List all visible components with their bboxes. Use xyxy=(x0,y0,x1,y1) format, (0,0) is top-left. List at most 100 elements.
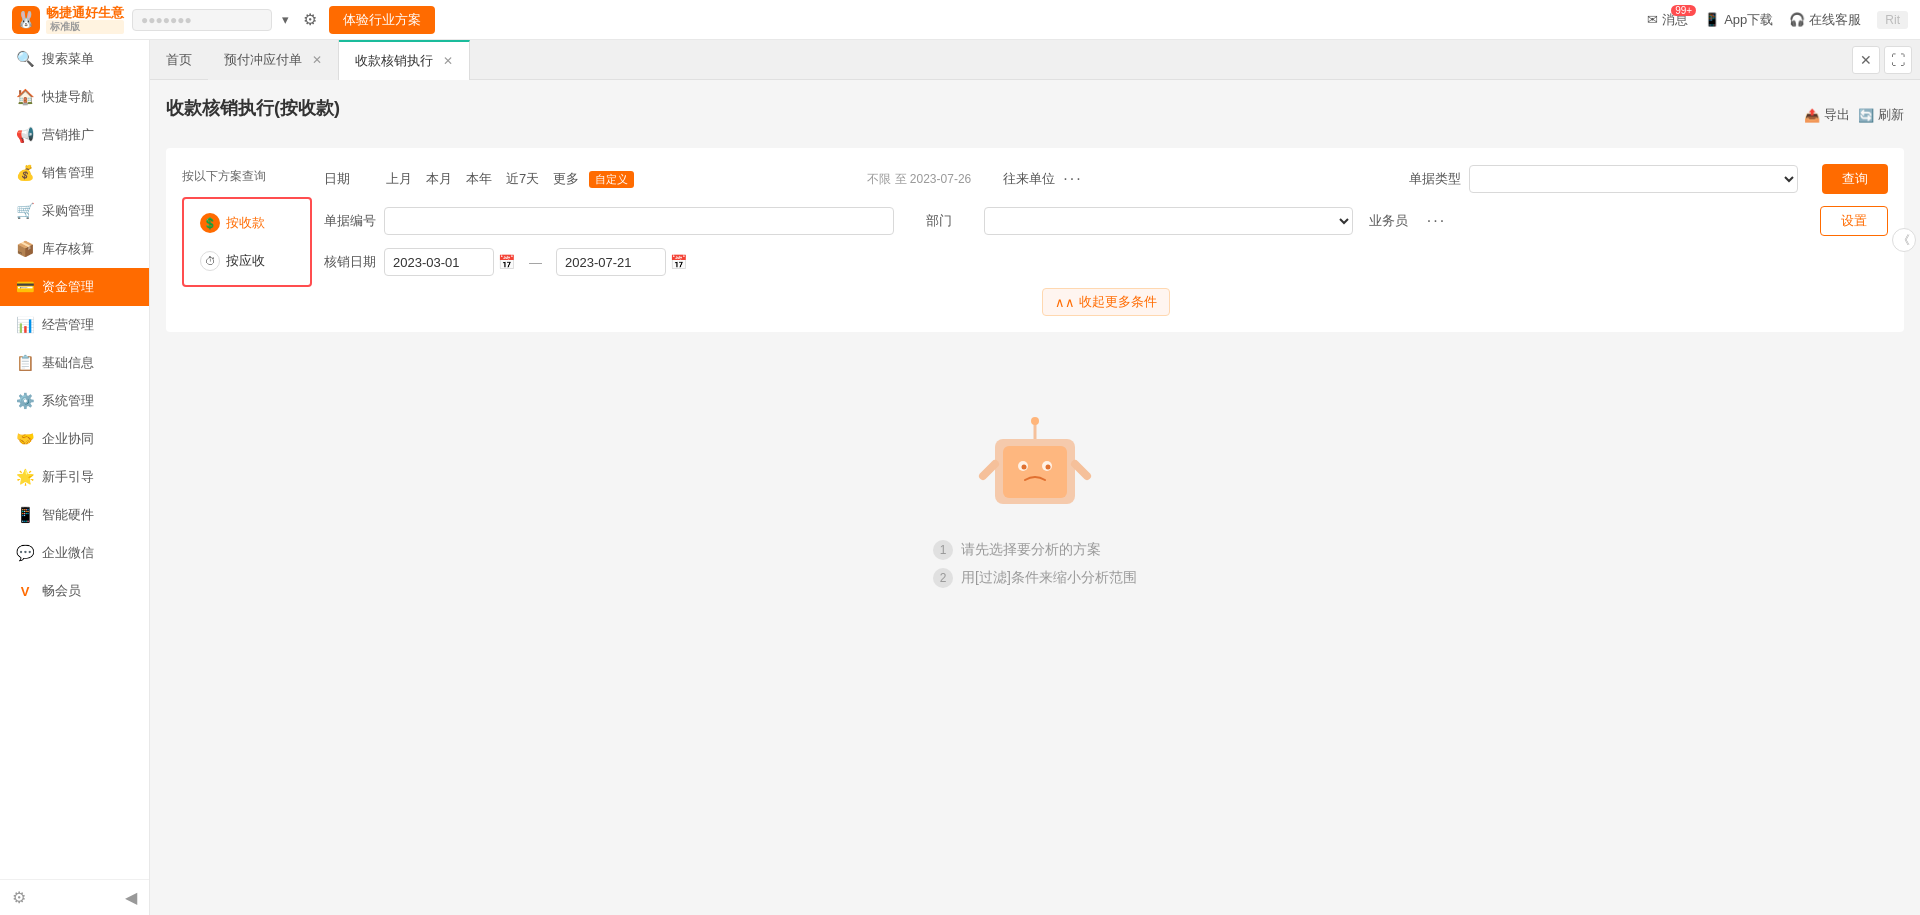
sidebar-label-quick-nav: 快捷导航 xyxy=(42,88,94,106)
operations-icon: 📊 xyxy=(16,316,34,334)
wechat-icon: 💬 xyxy=(16,544,34,562)
tab-collect[interactable]: 收款核销执行 ✕ xyxy=(339,40,470,80)
query-option-by-receipt[interactable]: 💲 按收款 xyxy=(192,207,302,239)
prepay-tab-close-icon[interactable]: ✕ xyxy=(312,53,322,67)
page-title: 收款核销执行(按收款) xyxy=(166,96,340,120)
sales-field: 业务员 ··· xyxy=(1369,212,1796,230)
verify-date-from-calendar-icon[interactable]: 📅 xyxy=(498,254,515,270)
query-button[interactable]: 查询 xyxy=(1822,164,1888,194)
tab-maximize-button[interactable]: ⛶ xyxy=(1884,46,1912,74)
app-name: 畅捷通好生意 xyxy=(46,5,124,21)
empty-hint-2: 2 用[过滤]条件来缩小分析范围 xyxy=(933,568,1137,588)
service-icon: 🎧 xyxy=(1789,12,1805,27)
download-icon: 📱 xyxy=(1704,12,1720,27)
sidebar-item-search-menu[interactable]: 🔍 搜索菜单 xyxy=(0,40,149,78)
verify-date-to-group: 📅 xyxy=(556,248,687,276)
more-date-link[interactable]: 更多 xyxy=(549,168,583,190)
sidebar-item-guide[interactable]: 🌟 新手引导 xyxy=(0,458,149,496)
system-icon: ⚙️ xyxy=(16,392,34,410)
empty-hint-1: 1 请先选择要分析的方案 xyxy=(933,540,1137,560)
sidebar-label-marketing: 营销推广 xyxy=(42,126,94,144)
gear-icon[interactable]: ⚙ xyxy=(299,6,321,33)
tab-bar: 首页 预付冲应付单 ✕ 收款核销执行 ✕ ✕ ⛶ xyxy=(150,40,1920,80)
app-download-button[interactable]: 📱 App下载 xyxy=(1704,11,1773,29)
sidebar-item-finance[interactable]: 💳 资金管理 xyxy=(0,268,149,306)
tab-home[interactable]: 首页 xyxy=(150,40,208,80)
verify-date-from-group: 📅 xyxy=(384,248,515,276)
receivable-icon: ⏱ xyxy=(200,251,220,271)
custom-date-badge[interactable]: 自定义 xyxy=(589,171,634,188)
verify-date-to-input[interactable] xyxy=(556,248,666,276)
export-button[interactable]: 📤 导出 xyxy=(1804,106,1850,124)
main-layout: 🔍 搜索菜单 🏠 快捷导航 📢 营销推广 💰 销售管理 🛒 采购管理 📦 库存核… xyxy=(0,40,1920,915)
refresh-icon: 🔄 xyxy=(1858,108,1874,123)
sidebar-item-quick-nav[interactable]: 🏠 快捷导航 xyxy=(0,78,149,116)
settings-button[interactable]: 设置 xyxy=(1820,206,1888,236)
search-input-top[interactable] xyxy=(132,9,272,31)
content-area: 首页 预付冲应付单 ✕ 收款核销执行 ✕ ✕ ⛶ 收款核销执行(按收款) xyxy=(150,40,1920,915)
industry-solution-button[interactable]: 体验行业方案 xyxy=(329,6,435,34)
svg-point-9 xyxy=(1031,417,1039,425)
tab-prepay[interactable]: 预付冲应付单 ✕ xyxy=(208,40,339,80)
verify-date-to-calendar-icon[interactable]: 📅 xyxy=(670,254,687,270)
member-icon: V xyxy=(16,584,34,599)
sidebar-label-basic-info: 基础信息 xyxy=(42,354,94,372)
date-hint-text: 不限 至 2023-07-26 xyxy=(867,171,971,188)
sidebar-item-wechat[interactable]: 💬 企业微信 xyxy=(0,534,149,572)
top-bar: 🐰 畅捷通好生意 标准版 ▾ ⚙ 体验行业方案 ✉ 消息 99+ 📱 App下载… xyxy=(0,0,1920,40)
search-menu-icon: 🔍 xyxy=(16,50,34,68)
sidebar-item-basic-info[interactable]: 📋 基础信息 xyxy=(0,344,149,382)
logo-icon: 🐰 xyxy=(12,6,40,34)
sidebar-label-member: 畅会员 xyxy=(42,582,81,600)
sidebar-settings-icon[interactable]: ⚙ xyxy=(12,888,26,907)
dept-select[interactable] xyxy=(984,207,1353,235)
query-label: 按以下方案查询 xyxy=(182,164,312,189)
online-service-button[interactable]: 🎧 在线客服 xyxy=(1789,11,1861,29)
counterparty-field: 往来单位 ··· xyxy=(1003,170,1392,188)
search-panel: 按以下方案查询 💲 按收款 ⏱ 按应收 xyxy=(166,148,1904,332)
collapse-conditions-button[interactable]: ∧∧ 收起更多条件 xyxy=(1042,288,1170,316)
tab-close-window-button[interactable]: ✕ xyxy=(1852,46,1880,74)
page-header-actions: 📤 导出 🔄 刷新 xyxy=(1804,106,1904,124)
doc-no-input[interactable] xyxy=(384,207,894,235)
last-month-link[interactable]: 上月 xyxy=(382,168,416,190)
last-7days-link[interactable]: 近7天 xyxy=(502,168,543,190)
sidebar-item-inventory[interactable]: 📦 库存核算 xyxy=(0,230,149,268)
collect-tab-close-icon[interactable]: ✕ xyxy=(443,54,453,68)
hint-text-2: 用[过滤]条件来缩小分析范围 xyxy=(961,569,1137,587)
refresh-button[interactable]: 🔄 刷新 xyxy=(1858,106,1904,124)
sidebar-item-member[interactable]: V 畅会员 xyxy=(0,572,149,610)
collect-tab-label: 收款核销执行 xyxy=(355,52,433,70)
form-row-3: 核销日期 📅 — 📅 xyxy=(324,248,1888,276)
verify-date-from-input[interactable] xyxy=(384,248,494,276)
sidebar-label-guide: 新手引导 xyxy=(42,468,94,486)
sidebar-item-hardware[interactable]: 📱 智能硬件 xyxy=(0,496,149,534)
hint-text-1: 请先选择要分析的方案 xyxy=(961,541,1101,559)
sidebar-item-operations[interactable]: 📊 经营管理 xyxy=(0,306,149,344)
sidebar-item-sales[interactable]: 💰 销售管理 xyxy=(0,154,149,192)
message-button[interactable]: ✉ 消息 99+ xyxy=(1647,11,1688,29)
doc-no-label: 单据编号 xyxy=(324,212,376,230)
sidebar-item-purchase[interactable]: 🛒 采购管理 xyxy=(0,192,149,230)
dept-label: 部门 xyxy=(926,212,976,230)
finance-icon: 💳 xyxy=(16,278,34,296)
counterparty-ellipsis-icon[interactable]: ··· xyxy=(1063,170,1082,188)
sales-ellipsis-icon[interactable]: ··· xyxy=(1427,212,1446,230)
by-receipt-label: 按收款 xyxy=(226,214,265,232)
sidebar-label-search-menu: 搜索菜单 xyxy=(42,50,94,68)
sidebar-collapse-icon[interactable]: ◀ xyxy=(125,888,137,907)
collapse-panel-button[interactable]: 《 xyxy=(1892,228,1916,252)
sidebar: 🔍 搜索菜单 🏠 快捷导航 📢 营销推广 💰 销售管理 🛒 采购管理 📦 库存核… xyxy=(0,40,150,915)
user-name-display[interactable]: Rit xyxy=(1877,11,1908,29)
query-option-by-receivable[interactable]: ⏱ 按应收 xyxy=(192,245,302,277)
this-month-link[interactable]: 本月 xyxy=(422,168,456,190)
sidebar-item-marketing[interactable]: 📢 营销推广 xyxy=(0,116,149,154)
query-button-container: 查询 xyxy=(1822,164,1888,194)
sidebar-item-system[interactable]: ⚙️ 系统管理 xyxy=(0,382,149,420)
this-year-link[interactable]: 本年 xyxy=(462,168,496,190)
empty-svg xyxy=(975,404,1095,524)
doc-type-select[interactable] xyxy=(1469,165,1798,193)
date-filter: 上月 本月 本年 近7天 更多 自定义 xyxy=(382,168,634,190)
sidebar-item-enterprise[interactable]: 🤝 企业协同 xyxy=(0,420,149,458)
dropdown-chevron-icon[interactable]: ▾ xyxy=(280,10,291,29)
